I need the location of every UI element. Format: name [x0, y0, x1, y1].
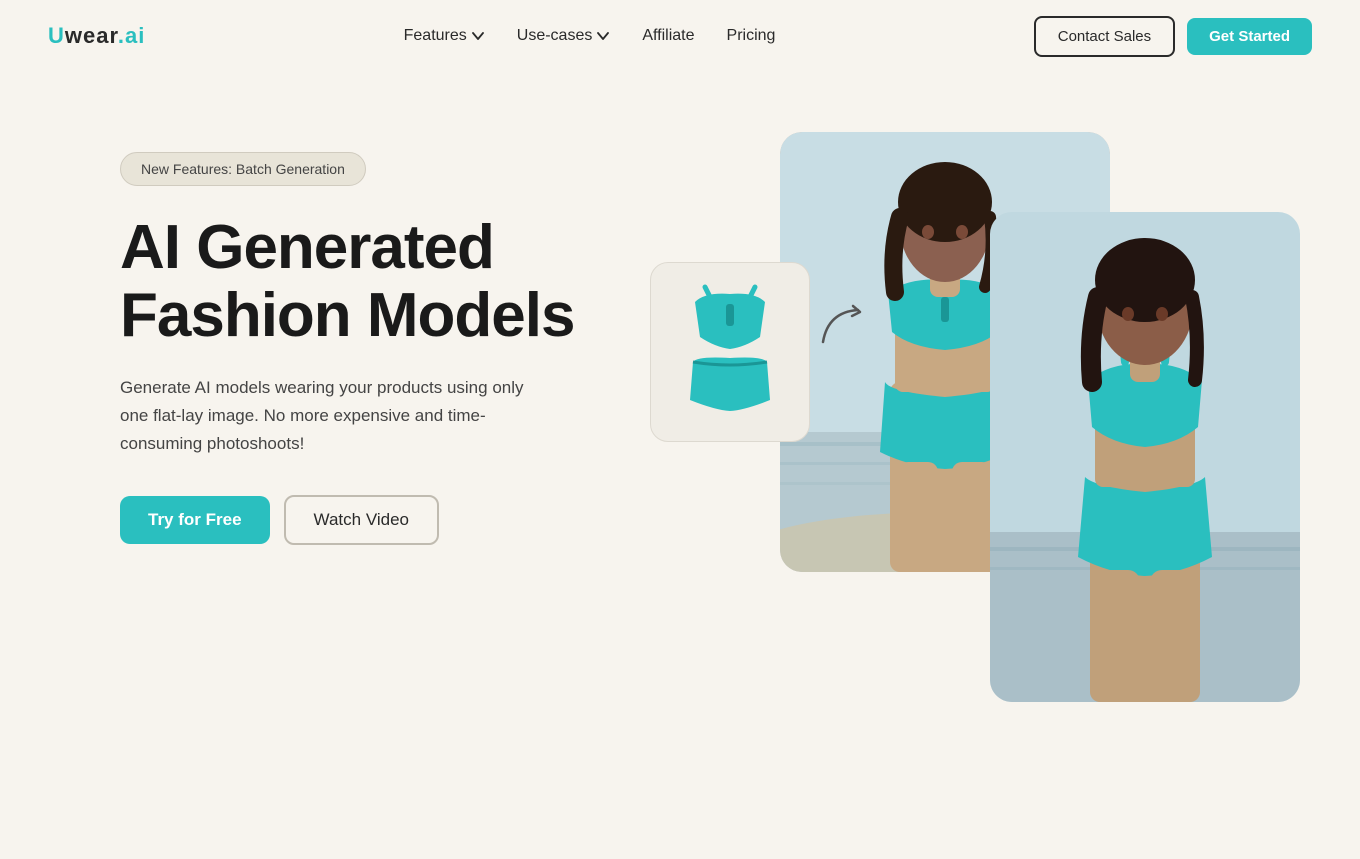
model-image-right [990, 212, 1300, 702]
hero-section: New Features: Batch Generation AI Genera… [0, 72, 1360, 772]
nav-right: Contact Sales Get Started [1034, 16, 1312, 57]
navbar: Uwear.ai Features Use-cases Affiliate Pr… [0, 0, 1360, 72]
nav-features[interactable]: Features [404, 27, 485, 45]
nav-affiliate[interactable]: Affiliate [642, 27, 694, 45]
arrow-icon [818, 302, 878, 357]
nav-center: Features Use-cases Affiliate Pricing [404, 27, 776, 45]
logo-u: U [48, 23, 65, 48]
chevron-down-icon [471, 29, 485, 43]
logo[interactable]: Uwear.ai [48, 23, 145, 49]
try-for-free-button[interactable]: Try for Free [120, 496, 270, 544]
swimsuit-flatlay-image [675, 282, 785, 422]
hero-left: New Features: Batch Generation AI Genera… [120, 132, 620, 545]
nav-pricing[interactable]: Pricing [727, 27, 776, 45]
watch-video-button[interactable]: Watch Video [284, 495, 439, 545]
flatlay-product-card [650, 262, 810, 442]
nav-use-cases[interactable]: Use-cases [517, 27, 611, 45]
logo-wear: wear [65, 23, 118, 48]
hero-buttons: Try for Free Watch Video [120, 495, 620, 545]
chevron-down-icon [596, 29, 610, 43]
logo-dot: . [118, 23, 125, 48]
hero-description: Generate AI models wearing your products… [120, 374, 540, 458]
contact-sales-button[interactable]: Contact Sales [1034, 16, 1175, 57]
hero-images [620, 132, 1300, 812]
new-features-badge: New Features: Batch Generation [120, 152, 366, 186]
logo-ai: ai [125, 23, 145, 48]
hero-title: AI Generated Fashion Models [120, 214, 620, 350]
get-started-button[interactable]: Get Started [1187, 18, 1312, 55]
